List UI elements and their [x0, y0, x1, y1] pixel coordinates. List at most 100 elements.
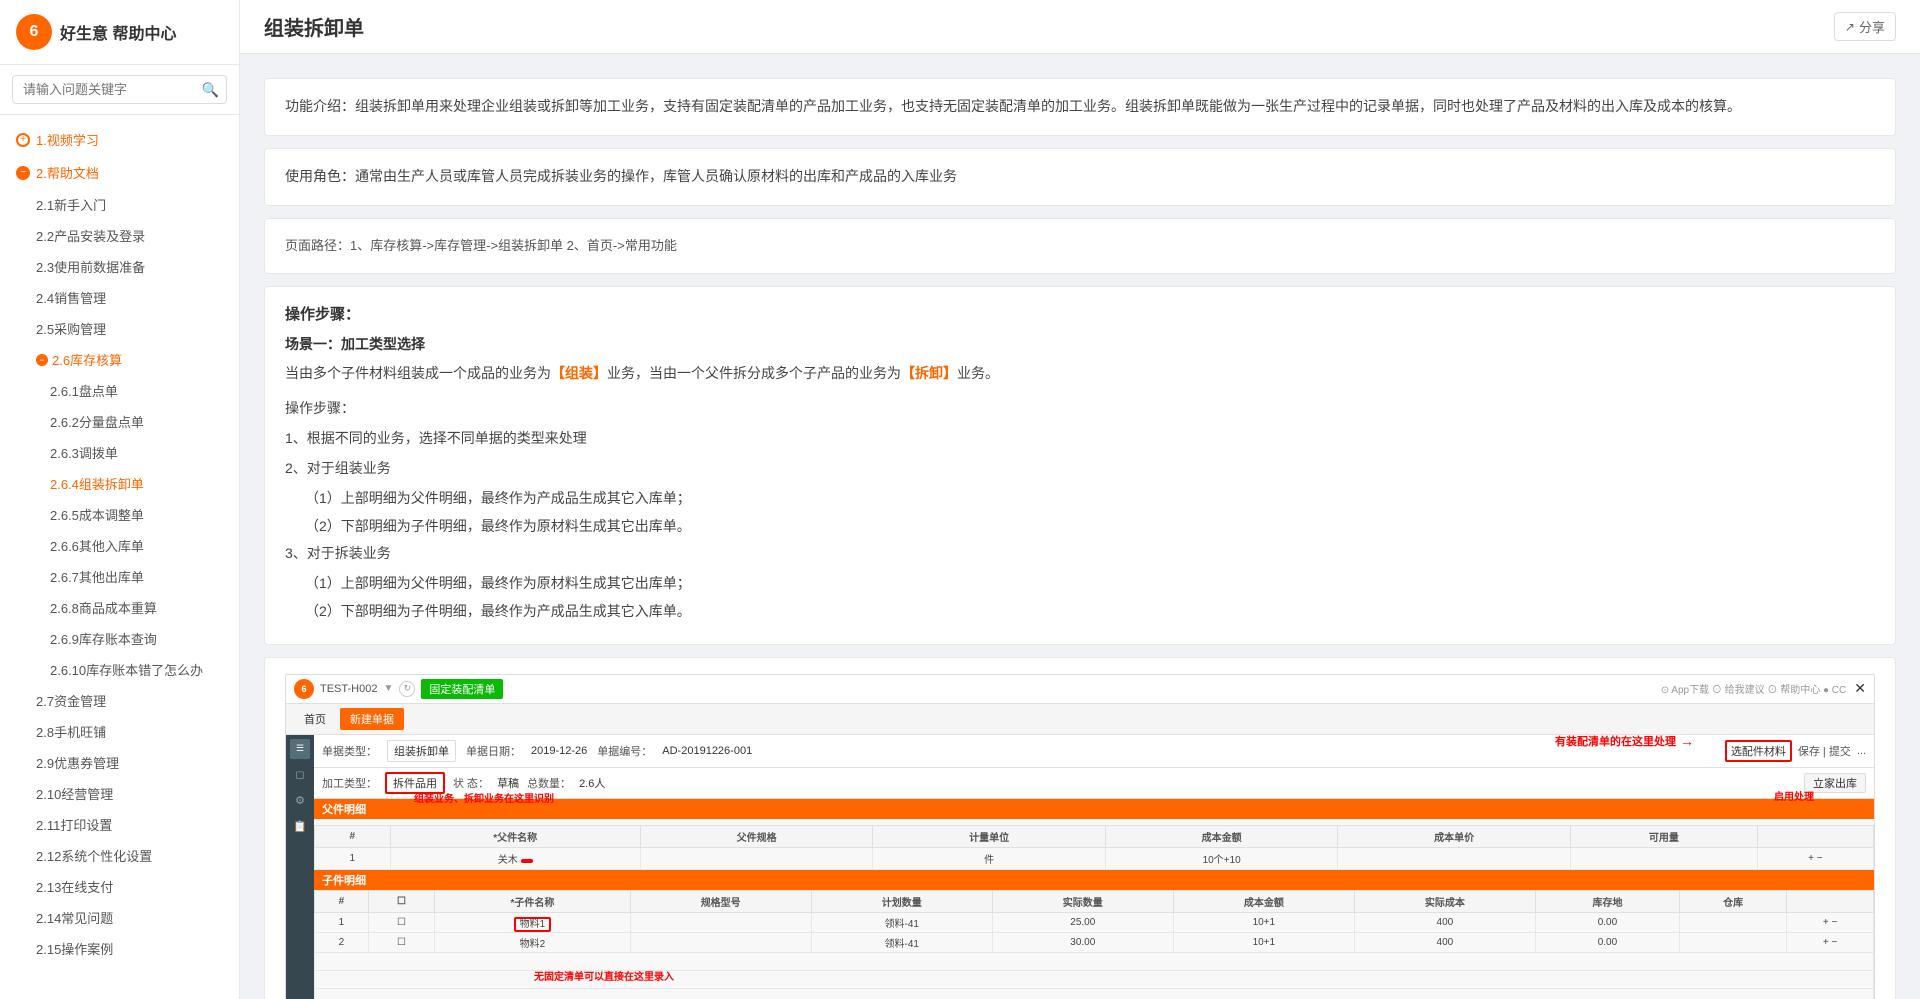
user-role-text: 使用角色：通常由生产人员或库管人员完成拆装业务的操作，库管人员确认原材料的出库和…: [285, 168, 957, 184]
sidebar-item-inventory-fix[interactable]: 2.6.10库存账本错了怎么办: [0, 654, 239, 685]
sidebar-item-other-in[interactable]: 2.6.6其他入库单: [0, 530, 239, 561]
mock-ctd-name2: 物料2: [435, 932, 630, 952]
ann3-label: 启用处理: [1774, 788, 1814, 803]
app-logo: 6: [16, 14, 52, 50]
mock-form-header: 单据类型： 组装拆卸单 单据日期： 2019-12-26 单据编号： AD-20…: [314, 735, 1874, 768]
mock-parent-table: # *父件名称 父件规格 计量单位 成本金额 成本单价 可用量: [314, 825, 1874, 870]
mock-app-bar: 6 TEST-H002 ▼ ↻ 固定装配清单 ⊙ App下载 ⊙ 给我建议 ⊙ …: [286, 675, 1874, 704]
sidebar-item-faq[interactable]: 2.14常见问题: [0, 902, 239, 933]
sidebar-item-data-prep[interactable]: 2.3使用前数据准备: [0, 251, 239, 282]
mock-ctd-wh2b: [1680, 932, 1787, 952]
mock-td-spec: [640, 847, 873, 869]
sidebar-item-other-out[interactable]: 2.6.7其他出库单: [0, 561, 239, 592]
sidebar-item-mgmt[interactable]: 2.10经营管理: [0, 778, 239, 809]
mock-confirm-btn-box: 选配件材料: [1725, 740, 1792, 762]
mock-confirm-btn[interactable]: 选配件材料: [1731, 746, 1786, 758]
mock-th-qty-plan: 计量单位: [873, 825, 1106, 847]
sidebar-item-assembly[interactable]: 2.6.4组装拆卸单: [0, 468, 239, 499]
scene-title: 场景一：加工类型选择: [285, 334, 1875, 354]
table-row: [315, 988, 1874, 999]
mock-icon3: ⚙: [290, 791, 310, 811]
mock-child-header-row: # ☐ *子件名称 规格型号 计划数量 实际数量 成本金额 实际成本 库存地: [315, 890, 1874, 912]
mock-cth-spec: 规格型号: [630, 890, 811, 912]
mock-ctd-cost: 10+1: [1173, 912, 1354, 932]
sidebar-item-stock-take[interactable]: 2.6.1盘点单: [0, 375, 239, 406]
sidebar-item-finance[interactable]: 2.7资金管理: [0, 685, 239, 716]
mock-sub-value: 拆件品用: [393, 778, 437, 790]
sidebar-item-transfer[interactable]: 2.6.3调拨单: [0, 437, 239, 468]
share-icon: ↗: [1845, 20, 1855, 34]
mock-doc-type-value: 组装拆卸单: [387, 740, 456, 762]
sidebar-item-customize[interactable]: 2.12系统个性化设置: [0, 840, 239, 871]
mock-ctd-plan: 领料-41: [811, 912, 992, 932]
mock-status: 状 态：: [453, 775, 489, 791]
mock-td-name: 关木: [390, 847, 640, 869]
mock-th-available: 可用量: [1570, 825, 1757, 847]
mock-tabs-row: 首页 新建单据: [286, 704, 1874, 735]
sidebar-item-coupon[interactable]: 2.9优惠券管理: [0, 747, 239, 778]
ann1-label: 有装配清单的在这里处理: [1555, 733, 1676, 749]
mock-ctd-wh2a: 0.00: [1535, 932, 1679, 952]
sidebar-item-purchase[interactable]: 2.5采购管理: [0, 313, 239, 344]
mock-ctd-actual: 25.00: [992, 912, 1173, 932]
sidebar-item-sales[interactable]: 2.4销售管理: [0, 282, 239, 313]
step1: 1、根据不同的业务，选择不同单据的类型来处理: [285, 427, 1875, 451]
mock-ctd-check2[interactable]: ☐: [368, 932, 434, 952]
mock-close-icon[interactable]: ✕: [1854, 680, 1866, 697]
mock-green-btn[interactable]: 固定装配清单: [421, 679, 503, 699]
page-path-text: 页面路径：1、库存核算->库存管理->组装拆卸单 2、首页->常用功能: [285, 238, 677, 253]
sidebar-nav: + 1.视频学习 − 2.帮助文档 2.1新手入门 2.2产品安装及登录 2.3…: [0, 115, 239, 999]
mock-child-name-box1: 物料1: [514, 917, 552, 932]
mock-td-row-ops: + −: [1757, 847, 1873, 869]
sidebar-item-docs[interactable]: − 2.帮助文档: [0, 156, 239, 189]
search-input[interactable]: [12, 75, 227, 104]
mock-td-avail: [1570, 847, 1757, 869]
mock-child-label: 子件明细: [314, 870, 1874, 890]
mock-th-index: #: [315, 825, 391, 847]
mock-company: TEST-H002: [320, 683, 377, 695]
step3-sub2: （2）下部明细为子件明细，最终作为产成品生成其它入库单。: [305, 600, 1875, 624]
sidebar-item-newbie[interactable]: 2.1新手入门: [0, 189, 239, 220]
sidebar-item-online-pay[interactable]: 2.13在线支付: [0, 871, 239, 902]
mock-cth-name: *子件名称: [435, 890, 630, 912]
sidebar-item-mobile[interactable]: 2.8手机旺铺: [0, 716, 239, 747]
mock-ctd-wh: 0.00: [1535, 912, 1679, 932]
mock-cth-warehouse: 库存地: [1535, 890, 1679, 912]
sidebar-item-cost-adj[interactable]: 2.6.5成本调整单: [0, 499, 239, 530]
mock-parent-tbody: 1 关木 件 10个+10: [315, 847, 1874, 869]
mock-cth-actual-cost: 实际成本: [1354, 890, 1535, 912]
mock-tab-home[interactable]: 首页: [294, 708, 336, 730]
mock-sub-label: 加工类型：: [322, 775, 377, 791]
sidebar-item-cases[interactable]: 2.15操作案例: [0, 933, 239, 964]
mock-cth-wh2: 仓库: [1680, 890, 1787, 912]
search-icon[interactable]: 🔍: [202, 81, 219, 98]
sidebar-item-video[interactable]: + 1.视频学习: [0, 123, 239, 156]
sidebar-item-inventory-query[interactable]: 2.6.9库存账本查询: [0, 623, 239, 654]
mock-cth-ops: [1787, 890, 1874, 912]
share-button[interactable]: ↗ 分享: [1834, 12, 1896, 41]
mock-cth-index: #: [315, 890, 369, 912]
sidebar-item-print[interactable]: 2.11打印设置: [0, 809, 239, 840]
main-content: 功能介绍：组装拆卸单用来处理企业组装或拆卸等加工业务，支持有固定装配清单的产品加…: [240, 54, 1920, 999]
mock-tab-new[interactable]: 新建单据: [340, 708, 404, 730]
mock-save-btn[interactable]: 保存 | 提交: [1798, 743, 1851, 759]
sidebar-header: 6 好生意 帮助中心: [0, 0, 239, 65]
sidebar-item-cost-recalc[interactable]: 2.6.8商品成本重算: [0, 592, 239, 623]
mock-doc-type-label: 单据类型：: [322, 743, 377, 759]
mock-ann1: 有装配清单的在这里处理 →: [1555, 733, 1694, 749]
page-path-card: 页面路径：1、库存核算->库存管理->组装拆卸单 2、首页->常用功能: [264, 218, 1896, 274]
mock-parent-thead: # *父件名称 父件规格 计量单位 成本金额 成本单价 可用量: [315, 825, 1874, 847]
mock-more-btn[interactable]: ...: [1857, 745, 1866, 757]
mock-td-index: 1: [315, 847, 391, 869]
search-box: 🔍: [0, 65, 239, 115]
sidebar-item-inventory[interactable]: − 2.6库存核算: [0, 344, 239, 375]
mock-ctd-actual-cost: 400: [1354, 912, 1535, 932]
mock-app-right: ⊙ App下载 ⊙ 给我建议 ⊙ 帮助中心 ● CC ✕: [1661, 680, 1866, 697]
sidebar-item-install[interactable]: 2.2产品安装及登录: [0, 220, 239, 251]
user-role-card: 使用角色：通常由生产人员或库管人员完成拆装业务的操作，库管人员确认原材料的出库和…: [264, 148, 1896, 206]
step3: 3、对于拆装业务: [285, 542, 1875, 566]
sidebar-item-partial-take[interactable]: 2.6.2分量盘点单: [0, 406, 239, 437]
mock-ctd-check[interactable]: ☐: [368, 912, 434, 932]
mock-ctd-actual-cost2: 400: [1354, 932, 1535, 952]
assembly-keyword: 【组装】: [551, 365, 607, 381]
